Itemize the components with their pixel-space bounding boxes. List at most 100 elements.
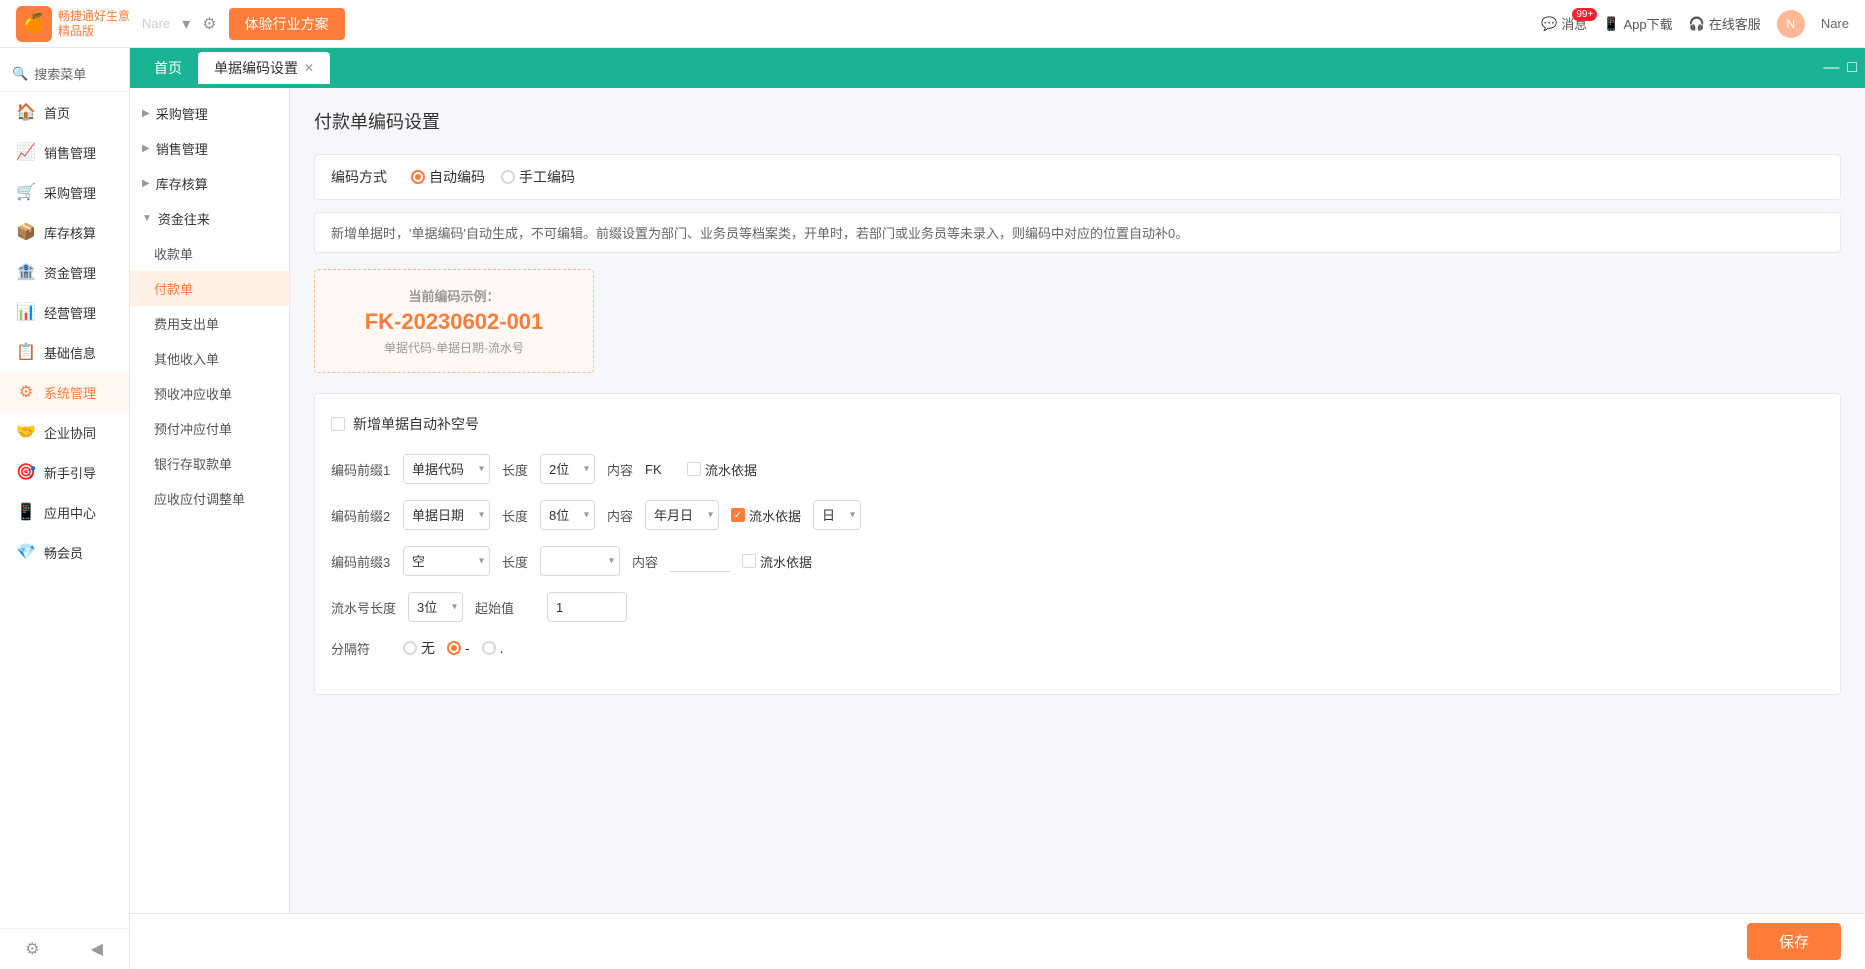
sidebar-item-label: 首页 (44, 103, 70, 122)
online-service-btn[interactable]: 🎧 在线客服 (1689, 14, 1761, 33)
app-download-btn[interactable]: 📱 App下载 (1603, 14, 1672, 33)
prefix3-length-select-wrap (540, 546, 620, 576)
prefix3-length-label: 长度 (502, 552, 528, 571)
prefix2-select[interactable]: 单据日期 部门 空 (403, 500, 490, 530)
sidebar: 🔍 搜索菜单 🏠 首页 📈 销售管理 🛒 采购管理 📦 库存核算 🏦 资金管理 … (0, 48, 130, 969)
prefix3-content-label: 内容 (632, 552, 658, 571)
tab-code-setting[interactable]: 单据编码设置 ✕ (198, 52, 330, 84)
sidebar-item-label: 应用中心 (44, 503, 96, 522)
sales-icon: 📈 (16, 142, 36, 162)
sidebar-settings-btn[interactable]: ⚙ (0, 929, 65, 969)
sidebar-search[interactable]: 🔍 搜索菜单 (0, 56, 129, 92)
sidebar-item-home[interactable]: 🏠 首页 (0, 92, 129, 132)
sidebar-collapse-btn[interactable]: ◀ (65, 929, 130, 969)
nav-group-purchase-label: 采购管理 (156, 104, 208, 123)
sidebar-item-app-center[interactable]: 📱 应用中心 (0, 492, 129, 532)
inventory-icon: 📦 (16, 222, 36, 242)
search-icon: 🔍 (12, 66, 28, 82)
search-label: 搜索菜单 (34, 64, 86, 83)
radio-manual[interactable]: 手工编码 (501, 167, 575, 187)
experience-btn[interactable]: 体验行业方案 (229, 8, 345, 40)
nav-item-prepay-receivable[interactable]: 预收冲应收单 (130, 376, 289, 411)
prefix2-serial-checkbox[interactable]: ✓ (731, 508, 745, 522)
prefix3-label: 编码前缀3 (331, 552, 391, 571)
sep-dash-radio[interactable]: - (447, 640, 470, 656)
separator-label: 分隔符 (331, 639, 391, 658)
sidebar-item-management[interactable]: 📊 经营管理 (0, 292, 129, 332)
nav-group-inventory-label: 库存核算 (156, 174, 208, 193)
prefix2-content-select[interactable]: 年月日 年月 年 (645, 500, 719, 530)
user-name-display: Nare (142, 16, 170, 31)
prefix1-length-select[interactable]: 2位 3位 4位 (540, 454, 595, 484)
tab-close-icon[interactable]: ✕ (304, 61, 314, 75)
prefix3-length-select[interactable] (540, 546, 620, 576)
inner-layout: ▶ 采购管理 ▶ 销售管理 ▶ 库存核算 ▼ 资金往来 收款单 付款单 费用支出… (130, 88, 1865, 913)
prefix1-content-label: 内容 (607, 460, 633, 479)
nav-item-adjust[interactable]: 应收应付调整单 (130, 481, 289, 516)
nav-group-finance[interactable]: ▼ 资金往来 (130, 201, 289, 236)
sep-none-radio[interactable]: 无 (403, 638, 435, 658)
start-value-input[interactable] (547, 592, 627, 622)
message-badge: 99+ (1572, 8, 1597, 21)
sidebar-item-label: 畅会员 (44, 543, 83, 562)
sep-none-label: 无 (421, 638, 435, 658)
radio-auto[interactable]: 自动编码 (411, 167, 485, 187)
window-max-btn[interactable]: □ (1847, 59, 1857, 77)
page-title: 付款单编码设置 (314, 108, 1841, 134)
sep-dot-radio[interactable]: . (482, 640, 504, 656)
prefix3-serial-checkbox[interactable] (742, 554, 756, 568)
tab-active-label: 单据编码设置 (214, 58, 298, 78)
main-layout: 🔍 搜索菜单 🏠 首页 📈 销售管理 🛒 采购管理 📦 库存核算 🏦 资金管理 … (0, 48, 1865, 969)
sidebar-item-inventory[interactable]: 📦 库存核算 (0, 212, 129, 252)
logo-icon: 🍊 (16, 6, 52, 42)
settings-icon[interactable]: ⚙ (202, 14, 216, 34)
serial-length-select[interactable]: 3位 4位 5位 (408, 592, 463, 622)
sidebar-item-enterprise[interactable]: 🤝 企业协同 (0, 412, 129, 452)
nav-group-finance-label: 资金往来 (158, 209, 210, 228)
expand-icon[interactable]: ▾ (182, 14, 190, 34)
prefix3-serial-label: 流水依据 (760, 552, 812, 571)
nav-item-payment[interactable]: 付款单 (130, 271, 289, 306)
prefix1-serial-checkbox[interactable] (687, 462, 701, 476)
separator-row: 分隔符 无 - . (331, 638, 1824, 658)
tab-home[interactable]: 首页 (138, 52, 198, 84)
message-btn[interactable]: 💬 消息 99+ (1541, 14, 1587, 33)
radio-auto-label: 自动编码 (429, 167, 485, 187)
arrow-icon: ▶ (142, 178, 150, 189)
radio-manual-label: 手工编码 (519, 167, 575, 187)
nav-item-expense[interactable]: 费用支出单 (130, 306, 289, 341)
sidebar-item-purchase[interactable]: 🛒 采购管理 (0, 172, 129, 212)
sidebar-item-sales[interactable]: 📈 销售管理 (0, 132, 129, 172)
nav-group-sales[interactable]: ▶ 销售管理 (130, 131, 289, 166)
sidebar-item-basic-info[interactable]: 📋 基础信息 (0, 332, 129, 372)
sidebar-item-label: 基础信息 (44, 343, 96, 362)
headset-icon: 🎧 (1689, 16, 1705, 32)
sidebar-item-finance[interactable]: 🏦 资金管理 (0, 252, 129, 292)
sep-dot-dot (482, 641, 496, 655)
arrow-icon: ▶ (142, 143, 150, 154)
prefix3-select[interactable]: 空 单据代码 部门 (403, 546, 490, 576)
nav-item-receipt[interactable]: 收款单 (130, 236, 289, 271)
nav-group-purchase[interactable]: ▶ 采购管理 (130, 96, 289, 131)
nav-item-other-income[interactable]: 其他收入单 (130, 341, 289, 376)
save-bar: 保存 (130, 913, 1865, 969)
app-download-icon: 📱 (1603, 16, 1619, 32)
sidebar-item-member[interactable]: 💎 畅会员 (0, 532, 129, 572)
prefix1-select[interactable]: 单据代码 部门 业务员 空 (403, 454, 490, 484)
sidebar-item-system[interactable]: ⚙ 系统管理 (0, 372, 129, 412)
user-avatar[interactable]: N (1777, 10, 1805, 38)
nav-item-bank[interactable]: 银行存取款单 (130, 446, 289, 481)
nav-group-inventory[interactable]: ▶ 库存核算 (130, 166, 289, 201)
window-min-btn[interactable]: — (1823, 59, 1839, 77)
prefix2-serial-unit-select[interactable]: 日 月 年 (813, 500, 861, 530)
prefix2-length-select[interactable]: 8位 6位 4位 (540, 500, 595, 530)
auto-fill-checkbox[interactable] (331, 417, 345, 431)
nav-item-prepay-payable[interactable]: 预付冲应付单 (130, 411, 289, 446)
sidebar-item-guide[interactable]: 🎯 新手引导 (0, 452, 129, 492)
save-button[interactable]: 保存 (1747, 923, 1841, 960)
prefix1-length-select-wrap: 2位 3位 4位 (540, 454, 595, 484)
enterprise-icon: 🤝 (16, 422, 36, 442)
left-nav: ▶ 采购管理 ▶ 销售管理 ▶ 库存核算 ▼ 资金往来 收款单 付款单 费用支出… (130, 88, 290, 913)
system-icon: ⚙ (16, 382, 36, 402)
sep-dot-label: . (500, 640, 504, 656)
